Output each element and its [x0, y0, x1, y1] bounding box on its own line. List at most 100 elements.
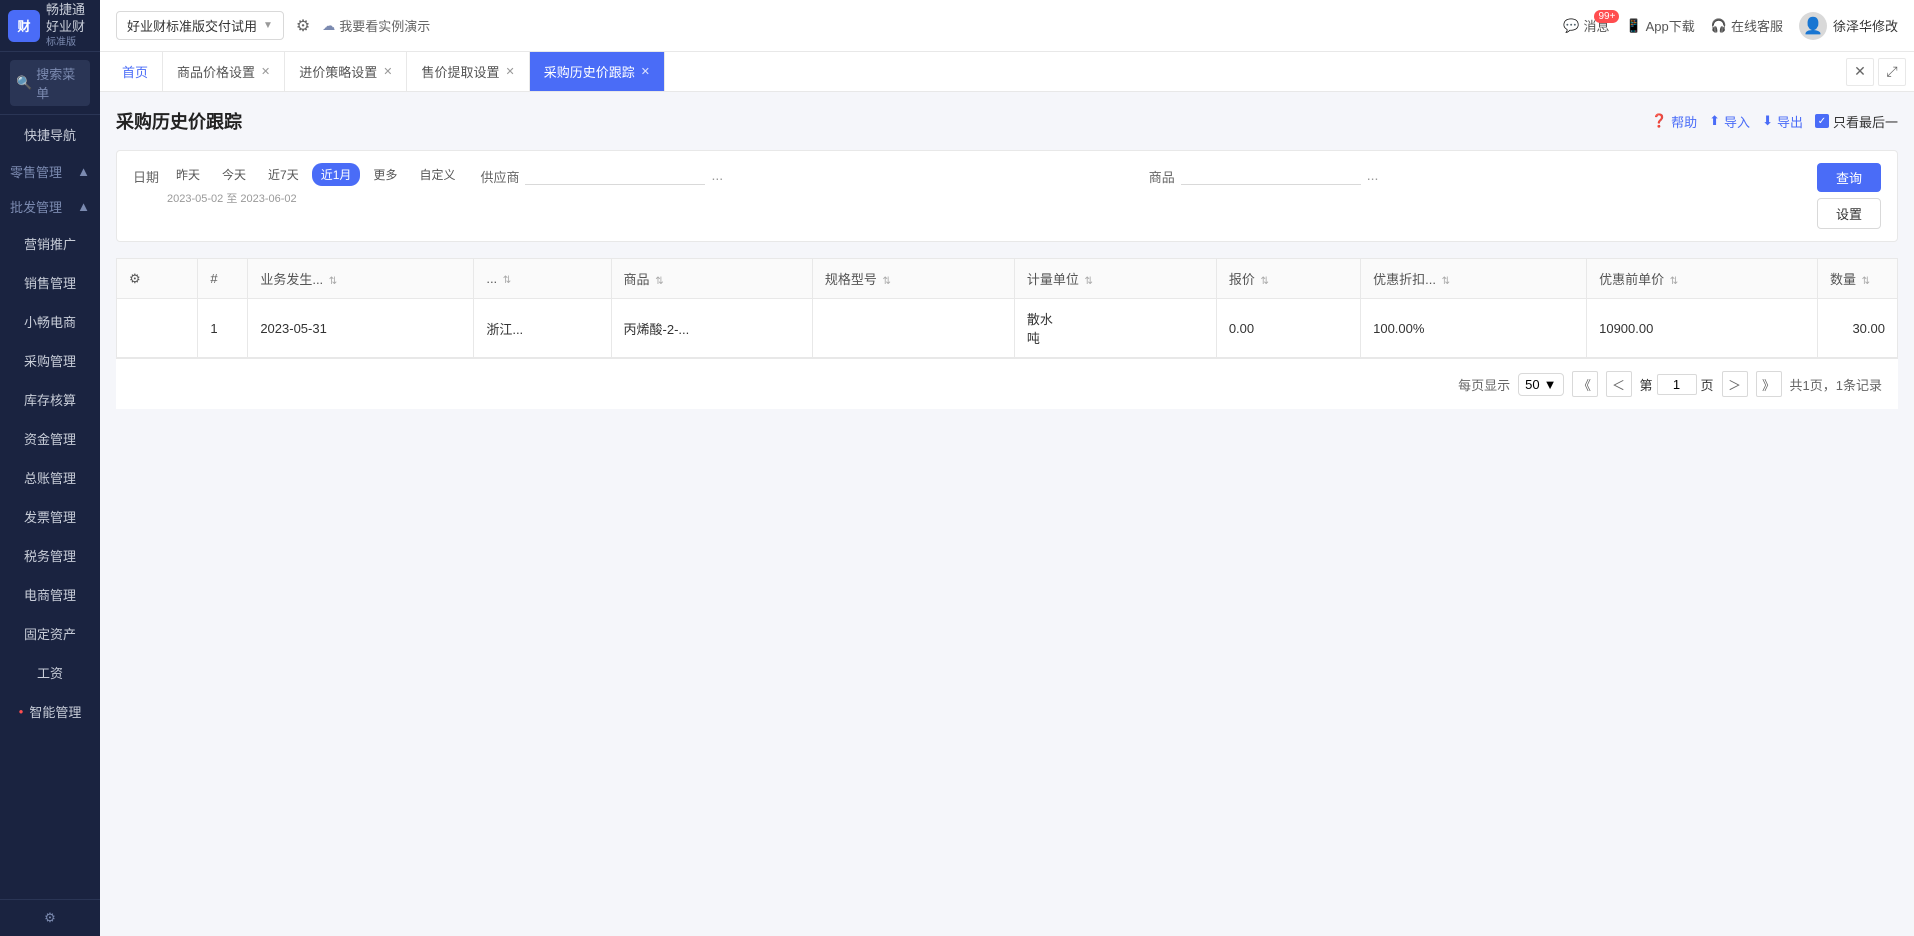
sidebar-item-ecommerce[interactable]: 电商管理: [0, 575, 100, 614]
tab-home[interactable]: 首页: [108, 52, 163, 91]
tab-price-extract-close[interactable]: ✕: [506, 65, 515, 78]
version-selector[interactable]: 好业财标准版交付试用 ▼: [116, 11, 284, 40]
date-btn-7days[interactable]: 近7天: [259, 163, 308, 186]
supplier-more-icon[interactable]: ...: [711, 167, 723, 183]
pagination: 每页显示 50 ▼ 《 ＜ 第 页 ＞ 》 共1页，1条记录: [116, 358, 1898, 409]
app-download-btn[interactable]: 📱 App下载: [1625, 16, 1694, 35]
supplier-input[interactable]: [525, 165, 705, 185]
tab-purchase-history-close[interactable]: ✕: [641, 65, 650, 78]
tab-purchase-strategy-close[interactable]: ✕: [383, 65, 392, 78]
topbar-right: 💬 消息 99+ 📱 App下载 🎧 在线客服 👤 徐泽华修改: [1563, 12, 1898, 40]
product-input[interactable]: [1181, 165, 1361, 185]
tabbar-controls: ✕ ⤢: [1846, 58, 1914, 86]
sidebar-search-area[interactable]: 🔍 搜索菜单: [0, 52, 100, 115]
sidebar-item-capital[interactable]: 资金管理: [0, 419, 100, 458]
demo-link[interactable]: ☁ 我要看实例演示: [322, 16, 430, 35]
per-page-select[interactable]: 50 ▼: [1518, 373, 1563, 396]
next-page-btn[interactable]: ＞: [1722, 371, 1748, 397]
product-more-icon[interactable]: ...: [1367, 167, 1379, 183]
search-menu-input[interactable]: 🔍 搜索菜单: [10, 60, 90, 106]
date-btn-1month[interactable]: 近1月: [312, 163, 361, 186]
sidebar-item-quick-nav[interactable]: 快捷导航: [0, 115, 100, 154]
product-filter-group: 商品 ...: [1149, 163, 1801, 186]
last-page-icon: 》: [1762, 375, 1775, 394]
sidebar-item-retail[interactable]: 零售管理 ▲: [0, 154, 100, 189]
page-actions: ❓ 帮助 ⬆ 导入 ⬇ 导出 ✓ 只看最后一: [1651, 112, 1898, 131]
table-col-unit[interactable]: 计量单位 ⇅: [1014, 259, 1216, 299]
sidebar-item-sales[interactable]: 销售管理: [0, 263, 100, 302]
prev-page-btn[interactable]: ＜: [1606, 371, 1632, 397]
tab-price-settings[interactable]: 商品价格设置 ✕: [163, 52, 285, 91]
help-btn[interactable]: ❓ 帮助: [1651, 112, 1697, 131]
sort-icon-quantity: ⇅: [1862, 276, 1870, 287]
row-quantity: 30.00: [1818, 299, 1898, 358]
date-btn-more[interactable]: 更多: [364, 163, 406, 186]
table-col-discount[interactable]: 优惠折扣... ⇅: [1361, 259, 1587, 299]
last-page-btn[interactable]: 》: [1756, 371, 1782, 397]
sidebar-item-assets[interactable]: 固定资产: [0, 614, 100, 653]
date-btn-today[interactable]: 今天: [213, 163, 255, 186]
sidebar-item-payroll[interactable]: 工资: [0, 653, 100, 692]
export-icon: ⬇: [1762, 113, 1773, 129]
tab-price-settings-close[interactable]: ✕: [261, 65, 270, 78]
user-menu-btn[interactable]: 👤 徐泽华修改: [1799, 12, 1898, 40]
sidebar-item-marketing[interactable]: 营销推广: [0, 224, 100, 263]
page-header: 采购历史价跟踪 ❓ 帮助 ⬆ 导入 ⬇ 导出 ✓ 只看最后一: [116, 108, 1898, 134]
first-page-icon: 《: [1578, 375, 1591, 394]
date-btn-row: 昨天 今天 近7天 近1月 更多 自定义: [167, 163, 464, 186]
sidebar-item-invoice[interactable]: 发票管理: [0, 497, 100, 536]
sort-icon-date: ⇅: [329, 276, 337, 287]
headset-icon: 🎧: [1711, 18, 1727, 34]
sidebar-item-wholesale[interactable]: 批发管理 ▲: [0, 189, 100, 224]
logo-text: 畅捷通好业财 标准版: [46, 2, 92, 49]
page-input[interactable]: [1657, 374, 1697, 395]
only-last-checkbox[interactable]: ✓ 只看最后一: [1815, 112, 1898, 131]
row-price: 0.00: [1216, 299, 1360, 358]
per-page-chevron-icon: ▼: [1544, 377, 1557, 392]
query-button[interactable]: 查询: [1817, 163, 1881, 192]
table-col-extra[interactable]: ... ⇅: [474, 259, 611, 299]
sidebar-logo: 财 畅捷通好业财 标准版: [0, 0, 100, 52]
date-btn-custom[interactable]: 自定义: [410, 163, 464, 186]
tab-purchase-history[interactable]: 采购历史价跟踪 ✕: [530, 52, 665, 91]
row-discount: 100.00%: [1361, 299, 1587, 358]
import-btn[interactable]: ⬆ 导入: [1709, 112, 1750, 131]
tab-purchase-strategy[interactable]: 进价策略设置 ✕: [285, 52, 407, 91]
sidebar-item-intelligent[interactable]: 智能管理: [0, 692, 100, 731]
message-btn[interactable]: 💬 消息 99+: [1563, 16, 1609, 35]
table-col-price[interactable]: 报价 ⇅: [1216, 259, 1360, 299]
table-col-pre-discount-price[interactable]: 优惠前单价 ⇅: [1587, 259, 1818, 299]
topbar-gear-icon[interactable]: ⚙: [296, 16, 310, 36]
tab-price-extract[interactable]: 售价提取设置 ✕: [407, 52, 529, 91]
online-service-btn[interactable]: 🎧 在线客服: [1711, 16, 1783, 35]
table-col-quantity[interactable]: 数量 ⇅: [1818, 259, 1898, 299]
table-col-date[interactable]: 业务发生... ⇅: [248, 259, 474, 299]
sidebar-item-inventory[interactable]: 库存核算: [0, 380, 100, 419]
sidebar-item-tax[interactable]: 税务管理: [0, 536, 100, 575]
tab-close-all-btn[interactable]: ✕: [1846, 58, 1874, 86]
per-page-label: 每页显示: [1458, 375, 1510, 394]
date-btn-yesterday[interactable]: 昨天: [167, 163, 209, 186]
table-col-settings[interactable]: ⚙: [117, 259, 198, 299]
sidebar-item-ecommerce-small[interactable]: 小畅电商: [0, 302, 100, 341]
sidebar-item-ledger[interactable]: 总账管理: [0, 458, 100, 497]
export-btn[interactable]: ⬇ 导出: [1762, 112, 1803, 131]
sidebar-settings-btn[interactable]: ⚙: [0, 899, 100, 936]
table-header-row: ⚙ # 业务发生... ⇅ ... ⇅ 商品 ⇅ 规格型号: [117, 259, 1898, 299]
logo-icon: 财: [8, 10, 40, 42]
sidebar: 财 畅捷通好业财 标准版 🔍 搜索菜单 快捷导航 零售管理 ▲ 批发管理 ▲ 营…: [0, 0, 100, 936]
tab-expand-btn[interactable]: ⤢: [1878, 58, 1906, 86]
sidebar-item-purchase[interactable]: 采购管理: [0, 341, 100, 380]
row-spec: [812, 299, 1014, 358]
page-title: 采购历史价跟踪: [116, 108, 242, 134]
row-unit: 散水 吨: [1014, 299, 1216, 358]
settings-button[interactable]: 设置: [1817, 198, 1881, 229]
row-product: 丙烯酸-2-...: [611, 299, 812, 358]
filter-action-btns: 查询 设置: [1817, 163, 1881, 229]
first-page-btn[interactable]: 《: [1572, 371, 1598, 397]
prev-page-icon: ＜: [1612, 375, 1625, 394]
table-col-product[interactable]: 商品 ⇅: [611, 259, 812, 299]
sort-icon-price: ⇅: [1260, 276, 1268, 287]
sort-icon-discount: ⇅: [1442, 276, 1450, 287]
table-col-spec[interactable]: 规格型号 ⇅: [812, 259, 1014, 299]
